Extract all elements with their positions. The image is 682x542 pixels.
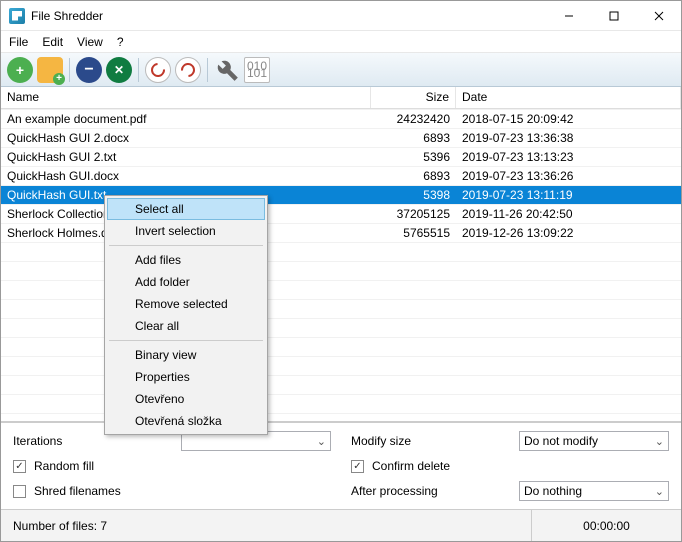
app-icon bbox=[9, 8, 25, 24]
refresh-button[interactable] bbox=[145, 57, 171, 83]
file-date: 2019-11-26 20:42:50 bbox=[456, 206, 681, 222]
context-menu-item[interactable]: Properties bbox=[107, 366, 265, 388]
random-fill-label: Random fill bbox=[34, 459, 94, 473]
confirm-delete-label: Confirm delete bbox=[372, 459, 450, 473]
file-date: 2019-12-26 13:09:22 bbox=[456, 225, 681, 241]
status-file-count: Number of files: 7 bbox=[1, 519, 531, 533]
toolbar-separator bbox=[69, 58, 70, 82]
file-name: QuickHash GUI.docx bbox=[1, 168, 371, 184]
status-timer: 00:00:00 bbox=[531, 510, 681, 541]
table-row[interactable]: Sherlock Collection.docx372051252019-11-… bbox=[1, 204, 681, 223]
window-title: File Shredder bbox=[31, 9, 546, 23]
file-date: 2019-07-23 13:13:23 bbox=[456, 149, 681, 165]
file-size: 24232420 bbox=[371, 111, 456, 127]
shred-filenames-checkbox[interactable] bbox=[13, 485, 26, 498]
file-size: 6893 bbox=[371, 168, 456, 184]
file-size: 37205125 bbox=[371, 206, 456, 222]
titlebar: File Shredder bbox=[1, 1, 681, 31]
after-processing-label: After processing bbox=[351, 484, 438, 498]
modify-size-combo[interactable]: Do not modify bbox=[519, 431, 669, 451]
file-name: QuickHash GUI 2.docx bbox=[1, 130, 371, 146]
toolbar-separator bbox=[207, 58, 208, 82]
menu-file[interactable]: File bbox=[9, 35, 28, 49]
menu-view[interactable]: View bbox=[77, 35, 103, 49]
file-size: 5765515 bbox=[371, 225, 456, 241]
table-row[interactable]: An example document.pdf242324202018-07-1… bbox=[1, 109, 681, 128]
shred-button[interactable]: ✕ bbox=[106, 57, 132, 83]
file-name: An example document.pdf bbox=[1, 111, 371, 127]
reload-button[interactable] bbox=[175, 57, 201, 83]
menubar: File Edit View ? bbox=[1, 31, 681, 53]
context-menu-item[interactable]: Otevřená složka bbox=[107, 410, 265, 432]
table-row[interactable]: QuickHash GUI.txt53982019-07-23 13:11:19 bbox=[1, 185, 681, 204]
col-date[interactable]: Date bbox=[456, 87, 681, 108]
minimize-button[interactable] bbox=[546, 1, 591, 30]
binary-button[interactable]: 010101 bbox=[244, 57, 270, 83]
remove-button[interactable]: − bbox=[76, 57, 102, 83]
table-row[interactable]: QuickHash GUI.docx68932019-07-23 13:36:2… bbox=[1, 166, 681, 185]
settings-button[interactable] bbox=[214, 57, 240, 83]
file-date: 2019-07-23 13:36:26 bbox=[456, 168, 681, 184]
context-menu-item[interactable]: Clear all bbox=[107, 315, 265, 337]
file-name: QuickHash GUI 2.txt bbox=[1, 149, 371, 165]
context-menu-item[interactable]: Invert selection bbox=[107, 220, 265, 242]
context-menu-item[interactable]: Binary view bbox=[107, 344, 265, 366]
file-date: 2019-07-23 13:11:19 bbox=[456, 187, 681, 203]
random-fill-checkbox[interactable]: ✓ bbox=[13, 460, 26, 473]
context-menu-item[interactable]: Add folder bbox=[107, 271, 265, 293]
context-menu-item[interactable]: Select all bbox=[107, 198, 265, 220]
shred-filenames-label: Shred filenames bbox=[34, 484, 121, 498]
status-bar: Number of files: 7 00:00:00 bbox=[1, 509, 681, 541]
file-date: 2019-07-23 13:36:38 bbox=[456, 130, 681, 146]
file-date: 2018-07-15 20:09:42 bbox=[456, 111, 681, 127]
menu-edit[interactable]: Edit bbox=[42, 35, 63, 49]
table-row[interactable]: QuickHash GUI 2.docx68932019-07-23 13:36… bbox=[1, 128, 681, 147]
table-row[interactable]: Sherlock Holmes.docx57655152019-12-26 13… bbox=[1, 223, 681, 242]
toolbar: + + − ✕ 010101 bbox=[1, 53, 681, 87]
options-panel: Iterations Modify size Do not modify ✓ R… bbox=[1, 422, 681, 509]
file-size: 6893 bbox=[371, 130, 456, 146]
file-size: 5396 bbox=[371, 149, 456, 165]
file-size: 5398 bbox=[371, 187, 456, 203]
context-menu-item[interactable]: Otevřeno bbox=[107, 388, 265, 410]
col-name[interactable]: Name bbox=[1, 87, 371, 108]
table-row[interactable]: QuickHash GUI 2.txt53962019-07-23 13:13:… bbox=[1, 147, 681, 166]
modify-size-label: Modify size bbox=[351, 434, 411, 448]
file-list[interactable]: Name Size Date An example document.pdf24… bbox=[1, 87, 681, 422]
iterations-label: Iterations bbox=[13, 434, 62, 448]
context-menu-item[interactable]: Remove selected bbox=[107, 293, 265, 315]
file-list-header: Name Size Date bbox=[1, 87, 681, 109]
maximize-button[interactable] bbox=[591, 1, 636, 30]
add-file-button[interactable]: + bbox=[7, 57, 33, 83]
toolbar-separator bbox=[138, 58, 139, 82]
close-button[interactable] bbox=[636, 1, 681, 30]
context-menu: Select allInvert selection Add filesAdd f… bbox=[104, 195, 268, 435]
col-size[interactable]: Size bbox=[371, 87, 456, 108]
confirm-delete-checkbox[interactable]: ✓ bbox=[351, 460, 364, 473]
menu-help[interactable]: ? bbox=[117, 35, 124, 49]
after-processing-combo[interactable]: Do nothing bbox=[519, 481, 669, 501]
context-menu-item[interactable]: Add files bbox=[107, 249, 265, 271]
add-folder-button[interactable]: + bbox=[37, 57, 63, 83]
